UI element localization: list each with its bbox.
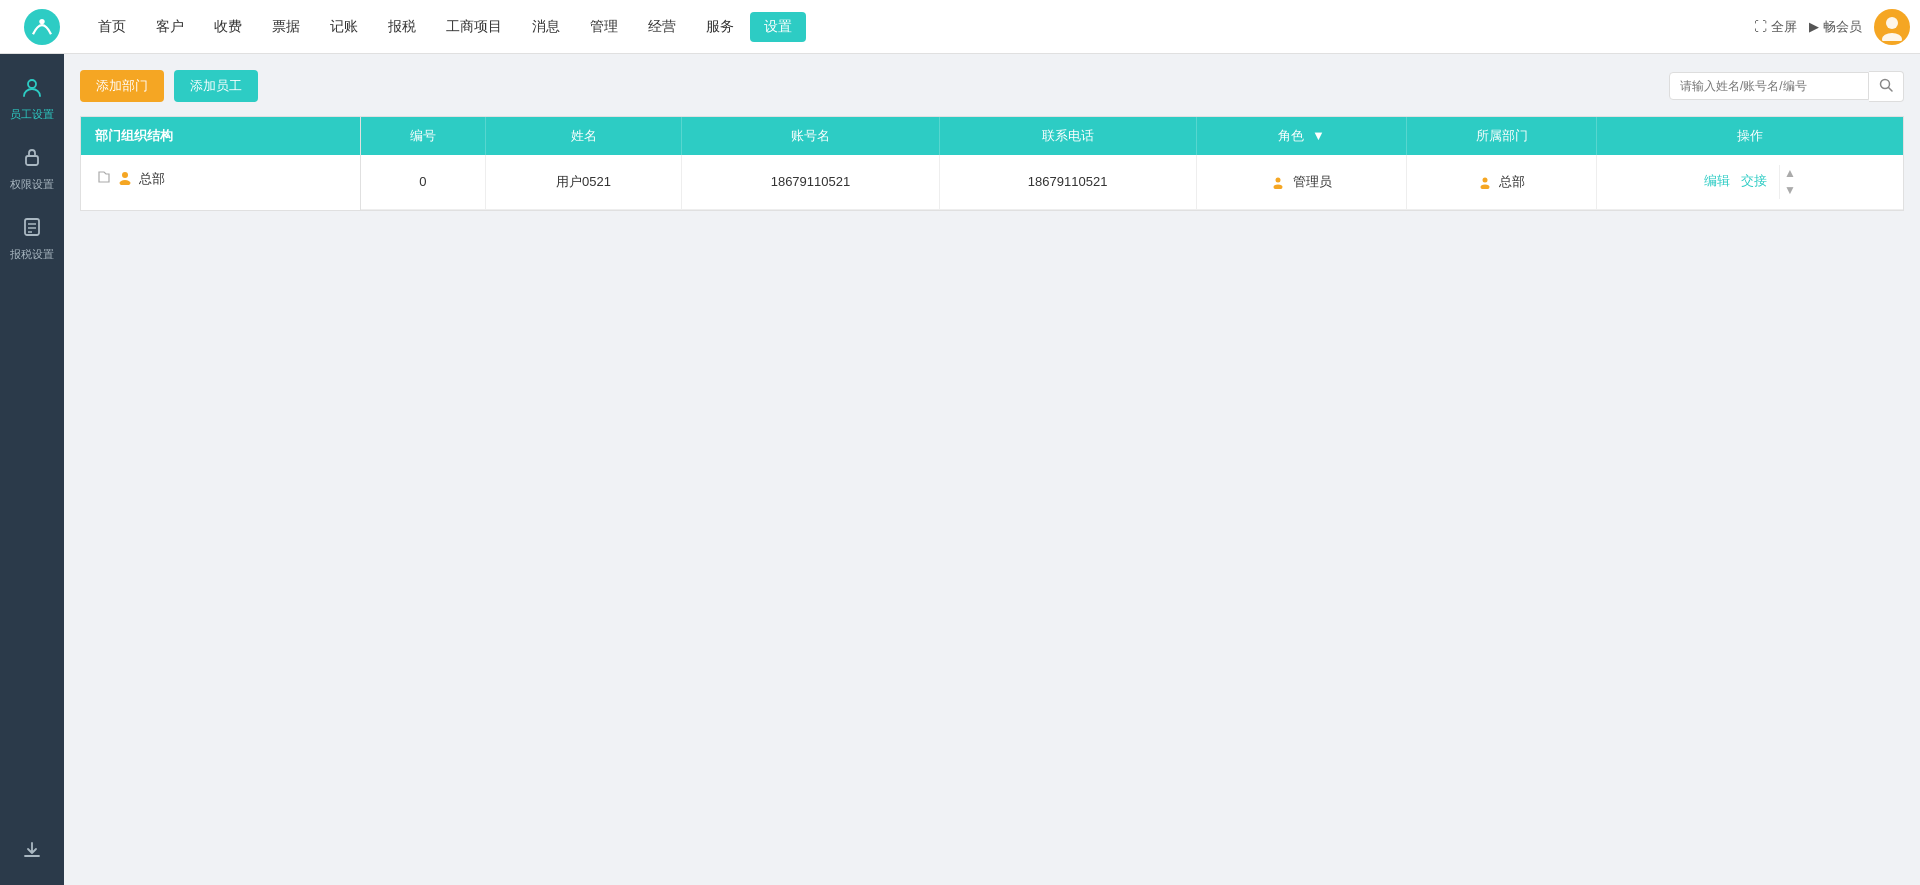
svg-point-2 bbox=[1886, 17, 1898, 29]
nav-home[interactable]: 首页 bbox=[84, 12, 140, 42]
logo bbox=[10, 9, 74, 45]
top-nav-right: ⛶ 全屏 ▶ 畅会员 bbox=[1754, 9, 1910, 45]
main-layout: 员工设置 权限设置 报税设置 bbox=[0, 54, 1920, 885]
scroll-up-icon[interactable]: ▲ bbox=[1784, 165, 1796, 182]
nav-tax[interactable]: 报税 bbox=[374, 12, 430, 42]
download-icon bbox=[21, 839, 43, 863]
member-label: 畅会员 bbox=[1823, 18, 1862, 36]
nav-bill[interactable]: 票据 bbox=[258, 12, 314, 42]
nav-account[interactable]: 记账 bbox=[316, 12, 372, 42]
dept-tree-header: 部门组织结构 bbox=[81, 117, 360, 155]
nav-message[interactable]: 消息 bbox=[518, 12, 574, 42]
nav-manage[interactable]: 管理 bbox=[576, 12, 632, 42]
search-input[interactable] bbox=[1669, 72, 1869, 100]
tax-icon bbox=[21, 216, 43, 243]
top-navigation: 首页 客户 收费 票据 记账 报税 工商项目 消息 管理 经营 服务 设置 ⛶ … bbox=[0, 0, 1920, 54]
cell-id: 0 bbox=[361, 155, 485, 209]
dept-name: 总部 bbox=[139, 170, 165, 188]
svg-rect-5 bbox=[26, 156, 38, 165]
col-dept: 所属部门 bbox=[1407, 117, 1596, 155]
content-area: 添加部门 添加员工 部门组织结构 bbox=[64, 54, 1920, 885]
nav-settings[interactable]: 设置 bbox=[750, 12, 806, 42]
cell-account: 18679110521 bbox=[682, 155, 939, 209]
sidebar-tax-label: 报税设置 bbox=[10, 247, 54, 262]
search-icon bbox=[1879, 78, 1893, 92]
nav-service[interactable]: 服务 bbox=[692, 12, 748, 42]
fullscreen-icon: ⛶ bbox=[1754, 19, 1767, 34]
table-header-row: 编号 姓名 账号名 联系电话 角色 ▼ 所属部门 操作 bbox=[361, 117, 1903, 155]
cell-phone: 18679110521 bbox=[939, 155, 1196, 209]
sidebar-item-employee[interactable]: 员工设置 bbox=[0, 64, 64, 134]
sidebar-item-tax[interactable]: 报税设置 bbox=[0, 204, 64, 274]
cell-dept: 总部 bbox=[1407, 155, 1596, 209]
employee-table: 编号 姓名 账号名 联系电话 角色 ▼ 所属部门 操作 bbox=[361, 117, 1903, 210]
nav-business[interactable]: 工商项目 bbox=[432, 12, 516, 42]
dept-user-small-icon bbox=[1478, 174, 1496, 189]
svg-point-15 bbox=[1274, 185, 1283, 190]
col-phone: 联系电话 bbox=[939, 117, 1196, 155]
table-layout: 部门组织结构 bbox=[80, 116, 1904, 211]
sidebar-download[interactable] bbox=[0, 827, 64, 875]
cell-role: 管理员 bbox=[1196, 155, 1407, 209]
add-dept-button[interactable]: 添加部门 bbox=[80, 70, 164, 102]
cell-actions: 编辑 交接 ▲ ▼ bbox=[1596, 155, 1903, 209]
lock-icon bbox=[21, 146, 43, 173]
col-action: 操作 bbox=[1596, 117, 1903, 155]
member-icon: ▶ bbox=[1809, 19, 1819, 34]
dept-user-icon bbox=[117, 169, 133, 188]
fullscreen-label: 全屏 bbox=[1771, 18, 1797, 36]
edit-action[interactable]: 编辑 bbox=[1704, 173, 1730, 188]
dept-item-root[interactable]: 总部 bbox=[93, 163, 348, 194]
svg-point-0 bbox=[24, 9, 60, 45]
dept-tree: 部门组织结构 bbox=[81, 117, 361, 210]
svg-point-3 bbox=[1882, 33, 1902, 41]
cell-name: 用户0521 bbox=[485, 155, 682, 209]
sidebar-permission-label: 权限设置 bbox=[10, 177, 54, 192]
role-user-icon bbox=[1271, 174, 1289, 189]
avatar[interactable] bbox=[1874, 9, 1910, 45]
svg-point-1 bbox=[39, 18, 44, 23]
file-icon bbox=[97, 170, 111, 187]
svg-point-13 bbox=[120, 180, 131, 185]
filter-icon[interactable]: ▼ bbox=[1312, 128, 1325, 143]
search-area bbox=[1669, 71, 1904, 102]
nav-operation[interactable]: 经营 bbox=[634, 12, 690, 42]
col-id: 编号 bbox=[361, 117, 485, 155]
employee-icon bbox=[21, 76, 43, 103]
svg-point-16 bbox=[1482, 178, 1487, 183]
nav-fee[interactable]: 收费 bbox=[200, 12, 256, 42]
svg-point-17 bbox=[1480, 185, 1489, 190]
member-button[interactable]: ▶ 畅会员 bbox=[1809, 18, 1862, 36]
nav-items: 首页 客户 收费 票据 记账 报税 工商项目 消息 管理 经营 服务 设置 bbox=[84, 12, 1754, 42]
svg-line-11 bbox=[1889, 87, 1893, 91]
table-row: 0 用户0521 18679110521 18679110521 bbox=[361, 155, 1903, 209]
scroll-down-icon[interactable]: ▼ bbox=[1784, 182, 1796, 199]
sidebar: 员工设置 权限设置 报税设置 bbox=[0, 54, 64, 885]
sidebar-item-permission[interactable]: 权限设置 bbox=[0, 134, 64, 204]
col-role: 角色 ▼ bbox=[1196, 117, 1407, 155]
svg-point-4 bbox=[28, 80, 36, 88]
svg-point-12 bbox=[122, 172, 128, 178]
nav-customer[interactable]: 客户 bbox=[142, 12, 198, 42]
toolbar: 添加部门 添加员工 bbox=[80, 70, 1904, 102]
col-name: 姓名 bbox=[485, 117, 682, 155]
search-button[interactable] bbox=[1869, 71, 1904, 102]
fullscreen-button[interactable]: ⛶ 全屏 bbox=[1754, 18, 1797, 36]
add-emp-button[interactable]: 添加员工 bbox=[174, 70, 258, 102]
transfer-action[interactable]: 交接 bbox=[1741, 173, 1767, 188]
dept-tree-body: 总部 bbox=[81, 155, 360, 202]
col-account: 账号名 bbox=[682, 117, 939, 155]
svg-point-14 bbox=[1276, 178, 1281, 183]
sidebar-employee-label: 员工设置 bbox=[10, 107, 54, 122]
